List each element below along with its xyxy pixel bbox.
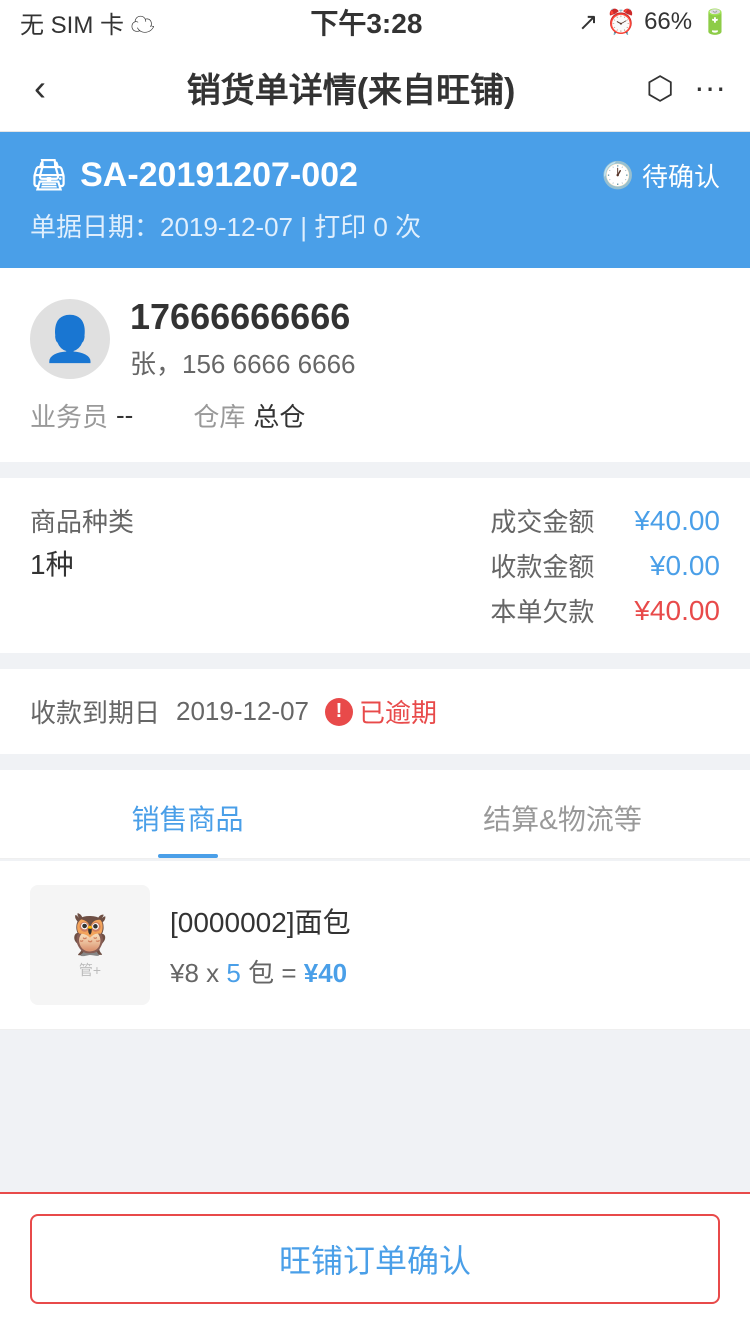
bottom-bar: 旺铺订单确认 (0, 1192, 750, 1334)
customer-card: 👤 17666666666 张，156 6666 6666 业务员 -- 仓库 … (0, 268, 750, 462)
overdue-icon: ! (325, 698, 353, 726)
unit-text: 包 (248, 958, 274, 988)
order-status: 🕐 待确认 (602, 157, 720, 194)
warehouse-label: 仓库 (193, 397, 245, 434)
avatar-icon: 👤 (43, 313, 98, 365)
product-list: 🦉 管+ [0000002]面包 ¥8 x 5 包 = ¥40 (0, 861, 750, 1030)
logo-icon: 🦉 (65, 911, 115, 958)
product-info: [0000002]面包 ¥8 x 5 包 = ¥40 (170, 901, 720, 990)
tab-settlement[interactable]: 结算&物流等 (375, 770, 750, 858)
page-title: 销货单详情(来自旺铺) (187, 63, 516, 112)
product-price-row: ¥8 x 5 包 = ¥40 (170, 953, 720, 990)
share-icon[interactable]: ⬡ (646, 69, 674, 107)
bottom-space (0, 1030, 750, 1210)
status-right: ↗ ⏰ 66% 🔋 (578, 8, 730, 37)
status-left: 无 SIM 卡 ☁ (20, 5, 155, 40)
order-icon: 🖨 (30, 158, 68, 193)
tabs: 销售商品 结算&物流等 (0, 770, 750, 859)
order-id-text: SA-20191207-002 (80, 156, 358, 195)
equals-sign: = (281, 958, 303, 988)
customer-meta: 业务员 -- 仓库 总仓 (30, 397, 720, 434)
alarm-icon: ⏰ (606, 8, 636, 37)
total-price: ¥40 (304, 958, 347, 988)
warehouse-value: 总仓 (253, 397, 305, 434)
tab-settlement-label: 结算&物流等 (483, 804, 642, 835)
received-value: ¥0.00 (650, 550, 720, 582)
clock-icon: 🕐 (602, 160, 634, 191)
multiply-sign: x (206, 958, 226, 988)
transaction-row: 成交金额 ¥40.00 (490, 502, 720, 539)
owed-value: ¥40.00 (634, 595, 720, 627)
product-logo: 🦉 管+ (65, 911, 115, 980)
due-date-label: 收款到期日 (30, 693, 160, 730)
summary-right: 成交金额 ¥40.00 收款金额 ¥0.00 本单欠款 ¥40.00 (490, 502, 720, 629)
logo-text: 管+ (79, 960, 101, 980)
product-image: 🦉 管+ (30, 885, 150, 1005)
location-icon: ↗ (578, 8, 598, 37)
status-bar: 无 SIM 卡 ☁ 下午3:28 ↗ ⏰ 66% 🔋 (0, 0, 750, 44)
owed-row: 本单欠款 ¥40.00 (490, 592, 720, 629)
status-text: 待确认 (642, 157, 720, 194)
sim-status: 无 SIM 卡 ☁ (20, 5, 155, 40)
nav-actions: ⬡ ··· (646, 69, 726, 107)
sales-person-label: 业务员 (30, 397, 108, 434)
sales-person-item: 业务员 -- (30, 397, 133, 434)
summary-left: 商品种类 1种 (30, 502, 134, 583)
customer-name: 张，156 6666 6666 (130, 344, 720, 381)
order-header: 🖨 SA-20191207-002 🕐 待确认 单据日期：2019-12-07 … (0, 132, 750, 268)
transaction-label: 成交金额 (490, 502, 594, 539)
status-time: 下午3:28 (310, 2, 422, 42)
product-name: [0000002]面包 (170, 901, 720, 941)
tab-products-label: 销售商品 (131, 804, 243, 835)
avatar: 👤 (30, 299, 110, 379)
order-id: 🖨 SA-20191207-002 (30, 156, 358, 195)
more-icon[interactable]: ··· (694, 69, 726, 106)
customer-row: 👤 17666666666 张，156 6666 6666 (30, 296, 720, 381)
unit-price: ¥8 (170, 958, 199, 988)
product-types-label: 商品种类 (30, 502, 134, 539)
received-label: 收款金额 (490, 547, 594, 584)
quantity-value: 5 (226, 958, 240, 988)
tab-products[interactable]: 销售商品 (0, 770, 375, 858)
overdue-text: 已逾期 (359, 693, 437, 730)
customer-phone: 17666666666 (130, 296, 720, 338)
warehouse-item: 仓库 总仓 (193, 397, 305, 434)
order-id-row: 🖨 SA-20191207-002 🕐 待确认 (30, 156, 720, 195)
sales-person-value: -- (116, 400, 133, 431)
product-types-value: 1种 (30, 543, 134, 583)
confirm-button[interactable]: 旺铺订单确认 (30, 1214, 720, 1304)
battery-status: 66% (644, 8, 692, 36)
back-button[interactable]: ‹ (24, 57, 56, 119)
order-date: 单据日期：2019-12-07 | 打印 0 次 (30, 207, 720, 244)
due-date-value: 2019-12-07 (176, 696, 309, 727)
customer-info: 17666666666 张，156 6666 6666 (130, 296, 720, 381)
due-date-card: 收款到期日 2019-12-07 ! 已逾期 (0, 669, 750, 754)
received-row: 收款金额 ¥0.00 (490, 547, 720, 584)
battery-icon: 🔋 (700, 8, 730, 37)
product-item: 🦉 管+ [0000002]面包 ¥8 x 5 包 = ¥40 (0, 861, 750, 1030)
transaction-value: ¥40.00 (634, 505, 720, 537)
summary-card: 商品种类 1种 成交金额 ¥40.00 收款金额 ¥0.00 本单欠款 ¥40.… (0, 478, 750, 653)
owed-label: 本单欠款 (490, 592, 594, 629)
overdue-badge: ! 已逾期 (325, 693, 437, 730)
nav-bar: ‹ 销货单详情(来自旺铺) ⬡ ··· (0, 44, 750, 132)
